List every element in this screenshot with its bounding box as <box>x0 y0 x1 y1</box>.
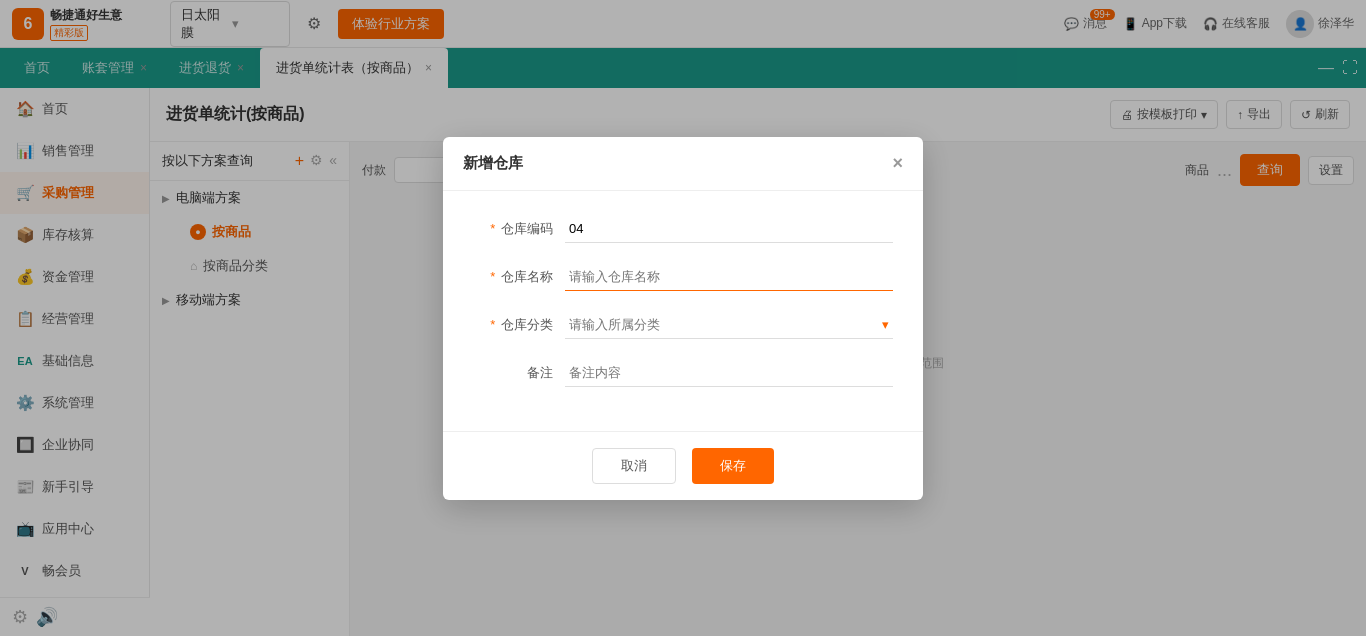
save-button[interactable]: 保存 <box>692 448 774 484</box>
cancel-button[interactable]: 取消 <box>592 448 676 484</box>
form-row-notes: 备注 <box>473 359 893 387</box>
warehouse-code-input[interactable] <box>565 215 893 243</box>
notes-input[interactable] <box>565 359 893 387</box>
add-warehouse-modal: 新增仓库 × * 仓库编码 * 仓库名称 <box>443 137 923 500</box>
warehouse-category-select[interactable]: ▾ <box>565 311 893 339</box>
warehouse-category-label: * 仓库分类 <box>473 316 553 334</box>
warehouse-name-label: * 仓库名称 <box>473 268 553 286</box>
modal-overlay: 新增仓库 × * 仓库编码 * 仓库名称 <box>0 0 1366 636</box>
modal-body: * 仓库编码 * 仓库名称 * 仓库分类 <box>443 191 923 431</box>
modal-header: 新增仓库 × <box>443 137 923 191</box>
form-row-code: * 仓库编码 <box>473 215 893 243</box>
warehouse-code-label: * 仓库编码 <box>473 220 553 238</box>
modal-close-button[interactable]: × <box>892 153 903 174</box>
category-dropdown-icon: ▾ <box>882 317 889 332</box>
modal-footer: 取消 保存 <box>443 431 923 500</box>
notes-label: 备注 <box>473 364 553 382</box>
modal-title: 新增仓库 <box>463 154 523 173</box>
form-row-category: * 仓库分类 ▾ <box>473 311 893 339</box>
form-row-name: * 仓库名称 <box>473 263 893 291</box>
warehouse-name-input[interactable] <box>565 263 893 291</box>
warehouse-category-input[interactable] <box>569 317 882 332</box>
